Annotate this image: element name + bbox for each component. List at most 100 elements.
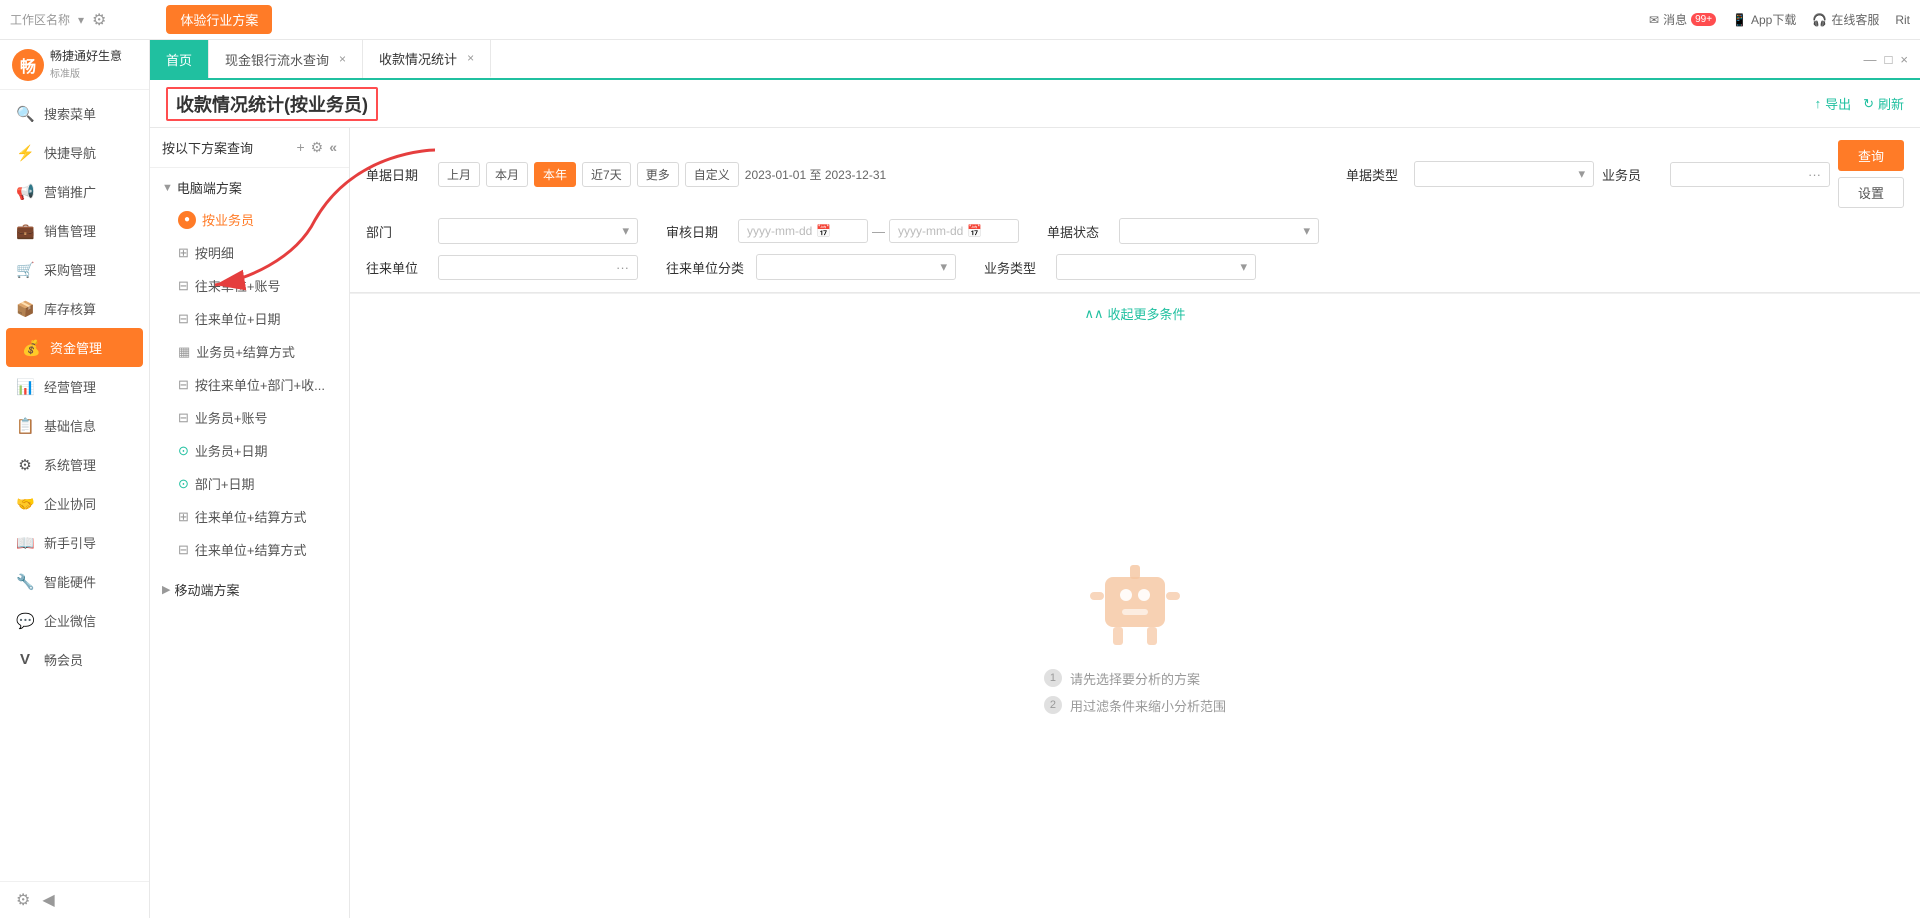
sidebar-label-quicknav: 快捷导航 [44, 143, 96, 162]
tab-close-all-icon[interactable]: × [1900, 52, 1908, 67]
review-date-start-text: yyyy-mm-dd [747, 224, 812, 238]
scheme-item-partner-dept[interactable]: ⊟ 按往来单位+部门+收... [150, 368, 349, 401]
trial-button[interactable]: 体验行业方案 [166, 5, 272, 34]
date-custom[interactable]: 自定义 [685, 162, 739, 187]
sidebar-item-member[interactable]: V 畅会员 [0, 640, 149, 679]
tab-minimize-icon[interactable]: — [1864, 52, 1877, 67]
empty-tips: 1 请先选择要分析的方案 2 用过滤条件来缩小分析范围 [1044, 669, 1226, 715]
scheme-item-salesperson[interactable]: ● 按业务员 [150, 203, 349, 236]
partner-category-select[interactable]: ▾ [756, 254, 956, 280]
query-button[interactable]: 查询 [1838, 140, 1904, 171]
scheme-item-salesperson-account[interactable]: ⊟ 业务员+账号 [150, 401, 349, 434]
export-button[interactable]: ↑ 导出 [1815, 94, 1852, 113]
review-date-group: yyyy-mm-dd 📅 — yyyy-mm-dd 📅 [738, 219, 1019, 243]
gear-icon[interactable]: ⚙ [92, 10, 106, 30]
salesperson-input[interactable]: ··· [1670, 162, 1830, 187]
tab-bank[interactable]: 现金银行流水查询 × [209, 40, 363, 78]
scheme-item-partner-settlement2[interactable]: ⊟ 往来单位+结算方式 [150, 533, 349, 566]
biz-type-select[interactable]: ▾ [1056, 254, 1256, 280]
add-scheme-icon[interactable]: + [296, 139, 304, 156]
header-dropdown-icon[interactable]: ▾ [78, 13, 84, 27]
sidebar-nav: 🔍 搜索菜单 ⚡ 快捷导航 📢 营销推广 💼 销售管理 🛒 采购管理 📦 库存核… [0, 90, 149, 881]
date-last-month[interactable]: 上月 [438, 162, 480, 187]
sidebar-item-basic[interactable]: 📋 基础信息 [0, 406, 149, 445]
active-scheme-dot: ● [178, 211, 196, 229]
partner-settlement2-icon: ⊟ [178, 542, 189, 558]
doctype-select[interactable]: ▾ [1414, 161, 1594, 187]
tab-receipt[interactable]: 收款情况统计 × [363, 40, 491, 78]
marketing-icon: 📢 [16, 183, 34, 201]
dept-select[interactable]: ▾ [438, 218, 638, 244]
collapse-more-bar[interactable]: ∧∧ 收起更多条件 [350, 293, 1920, 333]
collapse-panel-icon[interactable]: « [329, 139, 337, 156]
export-icon: ↑ [1815, 96, 1822, 111]
sidebar-item-wechat[interactable]: 💬 企业微信 [0, 601, 149, 640]
user-avatar[interactable]: Rit [1895, 13, 1910, 27]
online-service[interactable]: 🎧 在线客服 [1812, 11, 1879, 28]
desktop-group-header[interactable]: ▼ 电脑端方案 [150, 172, 349, 203]
partner-ellipsis[interactable]: ··· [616, 260, 629, 275]
sidebar-item-hardware[interactable]: 🔧 智能硬件 [0, 562, 149, 601]
scheme-item-partner-settlement1[interactable]: ⊞ 往来单位+结算方式 [150, 500, 349, 533]
partner-input[interactable]: ··· [438, 255, 638, 280]
sidebar-item-marketing[interactable]: 📢 营销推广 [0, 172, 149, 211]
date-this-year[interactable]: 本年 [534, 162, 576, 187]
sidebar-item-inventory[interactable]: 📦 库存核算 [0, 289, 149, 328]
sidebar-item-collab[interactable]: 🤝 企业协同 [0, 484, 149, 523]
sidebar-label-operations: 经营管理 [44, 377, 96, 396]
panel-title: 按以下方案查询 [162, 138, 253, 157]
tab-bank-close[interactable]: × [339, 52, 346, 66]
sidebar-label-guide: 新手引导 [44, 533, 96, 552]
filter-row-2: 部门 ▾ 审核日期 yyyy-mm-dd 📅 — yyyy-mm-dd [366, 218, 1904, 244]
export-label: 导出 [1825, 94, 1851, 113]
salesperson-account-icon: ⊟ [178, 410, 189, 426]
sidebar-item-finance[interactable]: 💰 资金管理 [6, 328, 143, 367]
scheme-item-dept-date[interactable]: ⊙ 部门+日期 [150, 467, 349, 500]
sidebar-item-purchase[interactable]: 🛒 采购管理 [0, 250, 149, 289]
refresh-button[interactable]: ↻ 刷新 [1863, 94, 1904, 113]
date-7days[interactable]: 近7天 [582, 162, 631, 187]
dept-arrow-icon: ▾ [622, 223, 629, 239]
sidebar-item-system[interactable]: ⚙ 系统管理 [0, 445, 149, 484]
app-download[interactable]: 📱 App下载 [1732, 11, 1796, 28]
doc-status-select[interactable]: ▾ [1119, 218, 1319, 244]
sidebar-item-sales[interactable]: 💼 销售管理 [0, 211, 149, 250]
scheme-item-partner-account[interactable]: ⊟ 往来单位+账号 [150, 269, 349, 302]
wechat-icon: 💬 [16, 612, 34, 630]
review-date-end-text: yyyy-mm-dd [898, 224, 963, 238]
sidebar-item-guide[interactable]: 📖 新手引导 [0, 523, 149, 562]
bottom-settings-icon[interactable]: ⚙ [16, 890, 30, 910]
sidebar-item-operations[interactable]: 📊 经营管理 [0, 367, 149, 406]
tab-home[interactable]: 首页 [150, 40, 209, 78]
scheme-settings-icon[interactable]: ⚙ [311, 139, 324, 156]
bottom-collapse-icon[interactable]: ◀ [42, 890, 54, 910]
tip-text-1: 请先选择要分析的方案 [1070, 669, 1200, 688]
review-date-end[interactable]: yyyy-mm-dd 📅 [889, 219, 1019, 243]
sidebar-item-search[interactable]: 🔍 搜索菜单 [0, 94, 149, 133]
sidebar-item-quicknav[interactable]: ⚡ 快捷导航 [0, 133, 149, 172]
salesperson-ellipsis[interactable]: ··· [1808, 167, 1821, 182]
scheme-item-salesperson-settlement[interactable]: ▦ 业务员+结算方式 [150, 335, 349, 368]
message-area[interactable]: ✉ 消息 99+ [1649, 11, 1716, 28]
sidebar-bottom: ⚙ ◀ [0, 881, 149, 918]
panel-header: 按以下方案查询 + ⚙ « [150, 128, 349, 168]
filter-area: 单据日期 上月 本月 本年 近7天 更多 自定义 2023-01-01 至 20… [350, 128, 1920, 293]
date-more[interactable]: 更多 [637, 162, 679, 187]
settings-button[interactable]: 设置 [1838, 177, 1904, 208]
logo-tag: 标准版 [50, 65, 122, 80]
search-icon: 🔍 [16, 105, 34, 123]
sidebar-label-inventory: 库存核算 [44, 299, 96, 318]
scheme-item-partner-date[interactable]: ⊟ 往来单位+日期 [150, 302, 349, 335]
mobile-group-header[interactable]: ▶ 移动端方案 [150, 574, 349, 605]
review-date-start[interactable]: yyyy-mm-dd 📅 [738, 219, 868, 243]
scheme-item-salesperson-date[interactable]: ⊙ 业务员+日期 [150, 434, 349, 467]
calendar-start-icon[interactable]: 📅 [816, 224, 831, 238]
scheme-item-detail[interactable]: ⊞ 按明细 [150, 236, 349, 269]
salesperson-settlement-icon: ▦ [178, 344, 190, 360]
date-this-month[interactable]: 本月 [486, 162, 528, 187]
page-title: 收款情况统计(按业务员) [166, 87, 378, 121]
empty-robot-icon [1075, 537, 1195, 657]
tab-maximize-icon[interactable]: □ [1885, 52, 1893, 67]
calendar-end-icon[interactable]: 📅 [967, 224, 982, 238]
tab-receipt-close[interactable]: × [467, 51, 474, 65]
